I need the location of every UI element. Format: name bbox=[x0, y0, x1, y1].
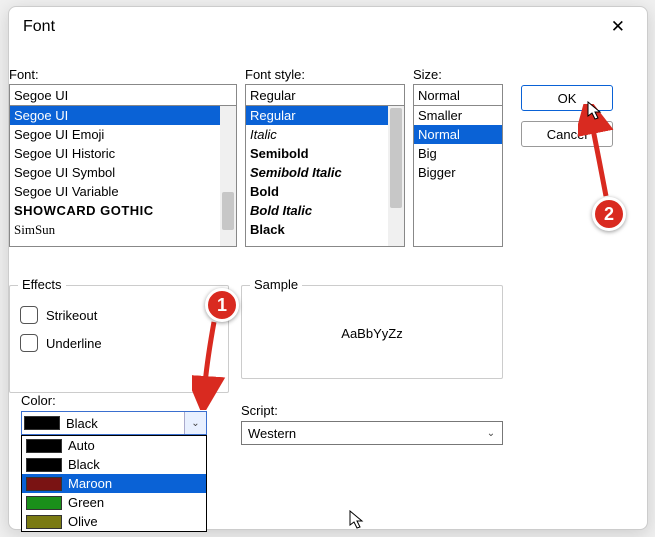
dialog-title: Font bbox=[23, 18, 55, 36]
strikeout-label: Strikeout bbox=[46, 308, 97, 323]
style-label: Font style: bbox=[245, 67, 405, 82]
style-item-semibold-italic[interactable]: Semibold Italic bbox=[246, 163, 404, 182]
underline-checkbox[interactable] bbox=[20, 334, 38, 352]
font-item-segoe-ui-symbol[interactable]: Segoe UI Symbol bbox=[10, 163, 236, 182]
size-item-normal[interactable]: Normal bbox=[414, 125, 502, 144]
font-listbox-scrollbar[interactable] bbox=[220, 106, 236, 246]
size-label: Size: bbox=[413, 67, 503, 82]
style-item-bold-italic[interactable]: Bold Italic bbox=[246, 201, 404, 220]
underline-label: Underline bbox=[46, 336, 102, 351]
font-dialog: Font ✕ Font: Segoe UI Segoe UI Emoji Seg… bbox=[8, 6, 648, 530]
size-input[interactable] bbox=[413, 84, 503, 106]
font-label: Font: bbox=[9, 67, 237, 82]
font-item-showcard-gothic[interactable]: SHOWCARD GOTHIC bbox=[10, 201, 236, 220]
style-listbox-scrollbar[interactable] bbox=[388, 106, 404, 246]
strikeout-checkbox[interactable] bbox=[20, 306, 38, 324]
font-column: Font: Segoe UI Segoe UI Emoji Segoe UI H… bbox=[9, 67, 237, 247]
annotation-arrow-1 bbox=[192, 316, 232, 410]
size-item-smaller[interactable]: Smaller bbox=[414, 106, 502, 125]
annotation-badge-1: 1 bbox=[205, 288, 239, 322]
color-label: Color: bbox=[21, 393, 56, 408]
style-item-italic[interactable]: Italic bbox=[246, 125, 404, 144]
color-option-black[interactable]: Black bbox=[22, 455, 206, 474]
title-bar: Font ✕ bbox=[9, 7, 647, 45]
color-combo-label: Black bbox=[66, 416, 98, 431]
style-listbox[interactable]: Regular Italic Semibold Semibold Italic … bbox=[245, 105, 405, 247]
style-item-bold[interactable]: Bold bbox=[246, 182, 404, 201]
style-column: Font style: Regular Italic Semibold Semi… bbox=[245, 67, 405, 247]
font-item-simsun[interactable]: SimSun bbox=[10, 220, 236, 239]
size-item-big[interactable]: Big bbox=[414, 144, 502, 163]
sample-group: Sample AaBbYyZz bbox=[241, 285, 503, 379]
script-combo-value: Western bbox=[242, 426, 296, 441]
style-item-regular[interactable]: Regular bbox=[246, 106, 404, 125]
font-listbox[interactable]: Segoe UI Segoe UI Emoji Segoe UI Histori… bbox=[9, 105, 237, 247]
annotation-badge-2: 2 bbox=[592, 197, 626, 231]
font-input[interactable] bbox=[9, 84, 237, 106]
close-icon[interactable]: ✕ bbox=[603, 13, 633, 41]
underline-row[interactable]: Underline bbox=[20, 334, 218, 352]
dialog-content: Font: Segoe UI Segoe UI Emoji Segoe UI H… bbox=[9, 67, 647, 517]
script-label: Script: bbox=[241, 403, 278, 418]
size-item-bigger[interactable]: Bigger bbox=[414, 163, 502, 182]
style-item-semibold[interactable]: Semibold bbox=[246, 144, 404, 163]
chevron-down-icon[interactable]: ⌄ bbox=[480, 422, 502, 444]
font-item-segoe-ui-variable[interactable]: Segoe UI Variable bbox=[10, 182, 236, 201]
chevron-down-icon[interactable]: ⌄ bbox=[184, 412, 206, 434]
style-item-black[interactable]: Black bbox=[246, 220, 404, 239]
sample-legend: Sample bbox=[250, 277, 302, 292]
effects-legend: Effects bbox=[18, 277, 66, 292]
font-item-segoe-ui[interactable]: Segoe UI bbox=[10, 106, 236, 125]
size-column: Size: Smaller Normal Big Bigger bbox=[413, 67, 503, 247]
style-input[interactable] bbox=[245, 84, 405, 106]
color-option-green[interactable]: Green bbox=[22, 493, 206, 512]
cursor-icon bbox=[349, 510, 365, 530]
size-listbox[interactable]: Smaller Normal Big Bigger bbox=[413, 105, 503, 247]
color-option-olive[interactable]: Olive bbox=[22, 512, 206, 531]
color-option-maroon[interactable]: Maroon bbox=[22, 474, 206, 493]
font-item-segoe-ui-emoji[interactable]: Segoe UI Emoji bbox=[10, 125, 236, 144]
strikeout-row[interactable]: Strikeout bbox=[20, 306, 218, 324]
font-item-segoe-ui-historic[interactable]: Segoe UI Historic bbox=[10, 144, 236, 163]
color-option-auto[interactable]: Auto bbox=[22, 436, 206, 455]
sample-text: AaBbYyZz bbox=[252, 296, 492, 371]
script-combo[interactable]: Western ⌄ bbox=[241, 421, 503, 445]
color-combo[interactable]: Black ⌄ bbox=[21, 411, 207, 435]
color-dropdown[interactable]: Auto Black Maroon Green Olive bbox=[21, 435, 207, 532]
color-combo-swatch bbox=[24, 416, 60, 430]
cursor-icon bbox=[587, 101, 603, 121]
